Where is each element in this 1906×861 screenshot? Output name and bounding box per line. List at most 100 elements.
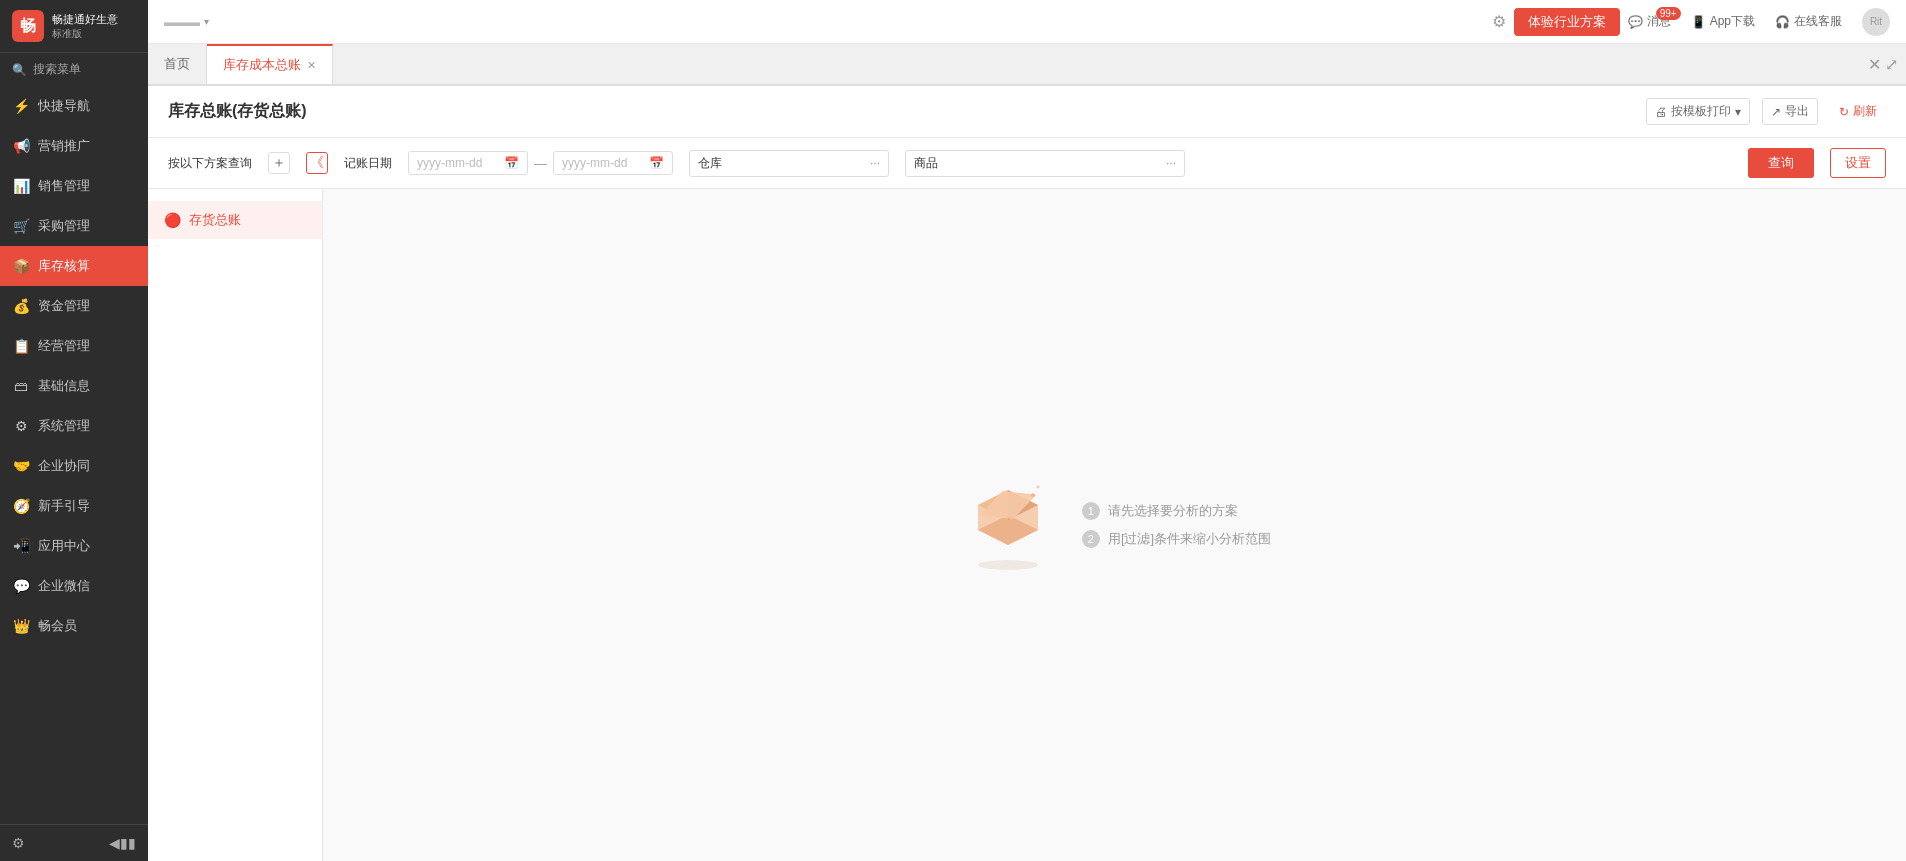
operations-icon: 📋 [12, 338, 30, 354]
breadcrumb: ▬▬▬ ▾ [164, 15, 1484, 29]
tip-item-1: 1 请先选择要分析的方案 [1082, 502, 1271, 520]
avatar[interactable]: Rit [1862, 8, 1890, 36]
top-header: ▬▬▬ ▾ ⚙ 体验行业方案 💬 消息 99+ 📱 App下载 🎧 在线客服 R… [148, 0, 1906, 44]
sidebar-item-label: 应用中心 [38, 537, 90, 555]
tab-inventory-cost[interactable]: 库存成本总账 ✕ [207, 44, 333, 84]
refresh-btn[interactable]: ↻ 刷新 [1830, 98, 1886, 125]
warehouse-more-icon: ··· [870, 156, 880, 170]
sidebar-item-label: 资金管理 [38, 297, 90, 315]
sidebar-item-label: 销售管理 [38, 177, 90, 195]
content-area: 1 请先选择要分析的方案 2 用[过滤]条件来缩小分析范围 [323, 189, 1906, 861]
tip-item-2: 2 用[过滤]条件来缩小分析范围 [1082, 530, 1271, 548]
guide-icon: 🧭 [12, 498, 30, 514]
header-right: 💬 消息 99+ 📱 App下载 🎧 在线客服 Rit [1628, 8, 1890, 36]
header-settings-icon[interactable]: ⚙ [1492, 12, 1506, 31]
online-support-label: 在线客服 [1794, 13, 1842, 30]
quick-nav-icon: ⚡ [12, 98, 30, 114]
message-icon: 💬 [1628, 15, 1643, 29]
sidebar-item-member[interactable]: 👑 畅会员 [0, 606, 148, 646]
page-header: 库存总账(存货总账) 🖨 按模板打印 ▾ ↗ 导出 ↻ 刷新 [148, 86, 1906, 138]
tab-close-icon[interactable]: ✕ [307, 59, 316, 72]
export-label: 导出 [1785, 103, 1809, 120]
breadcrumb-text: ▬▬▬ [164, 15, 200, 29]
sidebar-item-label: 基础信息 [38, 377, 90, 395]
sidebar-item-guide[interactable]: 🧭 新手引导 [0, 486, 148, 526]
print-icon: 🖨 [1655, 105, 1667, 119]
sidebar-item-label: 畅会员 [38, 617, 77, 635]
date-start-placeholder: yyyy-mm-dd [417, 156, 482, 170]
calendar-start-icon: 📅 [504, 156, 519, 170]
base-info-icon: 🗃 [12, 378, 30, 394]
sidebar-item-label: 新手引导 [38, 497, 90, 515]
svg-point-5 [978, 560, 1038, 570]
svg-point-6 [1031, 493, 1035, 497]
app-download-btn[interactable]: 📱 App下载 [1691, 13, 1755, 30]
product-label: 商品 [914, 155, 938, 172]
settings-btn[interactable]: 设置 [1830, 148, 1886, 178]
logo-icon: 畅 [12, 10, 44, 42]
warehouse-filter[interactable]: 仓库 ··· [689, 150, 889, 177]
sidebar-item-label: 采购管理 [38, 217, 90, 235]
tab-expand-icon[interactable]: ⤢ [1885, 55, 1898, 74]
sidebar-item-inventory[interactable]: 📦 库存核算 [0, 246, 148, 286]
date-start-input[interactable]: yyyy-mm-dd 📅 [408, 151, 528, 175]
product-more-icon: ··· [1166, 156, 1176, 170]
enterprise-icon: 🤝 [12, 458, 30, 474]
print-btn[interactable]: 🖨 按模板打印 ▾ [1646, 98, 1750, 125]
tip-num-2: 2 [1082, 530, 1100, 548]
sidebar-item-sales[interactable]: 📊 销售管理 [0, 166, 148, 206]
tip-num-1: 1 [1082, 502, 1100, 520]
scheme-item-inventory-ledger[interactable]: 🔴 存货总账 [148, 201, 322, 239]
date-end-input[interactable]: yyyy-mm-dd 📅 [553, 151, 673, 175]
online-support-btn[interactable]: 🎧 在线客服 [1775, 13, 1842, 30]
export-btn[interactable]: ↗ 导出 [1762, 98, 1818, 125]
funds-icon: 💰 [12, 298, 30, 314]
sidebar-item-operations[interactable]: 📋 经营管理 [0, 326, 148, 366]
speaker-icon[interactable]: ◀▮▮ [109, 835, 136, 851]
print-label: 按模板打印 [1671, 103, 1731, 120]
sidebar-item-marketing[interactable]: 📢 营销推广 [0, 126, 148, 166]
filter-add-btn[interactable]: ＋ [268, 152, 290, 174]
sidebar-search[interactable]: 🔍 搜索菜单 [0, 53, 148, 86]
tab-close-btn[interactable]: ✕ [1868, 55, 1881, 74]
logo-name: 畅捷通好生意 [52, 12, 118, 26]
sales-icon: 📊 [12, 178, 30, 194]
sidebar-item-system[interactable]: ⚙ 系统管理 [0, 406, 148, 446]
product-filter[interactable]: 商品 ··· [905, 150, 1185, 177]
messages-badge: 99+ [1656, 7, 1681, 20]
sidebar-item-quick-nav[interactable]: ⚡ 快捷导航 [0, 86, 148, 126]
headset-icon: 🎧 [1775, 15, 1790, 29]
industry-btn[interactable]: 体验行业方案 [1514, 8, 1620, 36]
main-content: ▬▬▬ ▾ ⚙ 体验行业方案 💬 消息 99+ 📱 App下载 🎧 在线客服 R… [148, 0, 1906, 861]
scheme-panel: 🔴 存货总账 [148, 189, 1906, 861]
sidebar-logo: 畅 畅捷通好生意 标准版 [0, 0, 148, 53]
sidebar-item-funds[interactable]: 💰 资金管理 [0, 286, 148, 326]
sidebar-item-wechat[interactable]: 💬 企业微信 [0, 566, 148, 606]
inventory-ledger-icon: 🔴 [164, 212, 181, 228]
settings-footer-icon[interactable]: ⚙ [12, 835, 25, 851]
search-icon: 🔍 [12, 63, 27, 77]
sidebar-item-enterprise[interactable]: 🤝 企业协同 [0, 446, 148, 486]
messages-btn[interactable]: 💬 消息 99+ [1628, 13, 1671, 30]
sidebar: 畅 畅捷通好生意 标准版 🔍 搜索菜单 ⚡ 快捷导航 📢 营销推广 📊 销售管理… [0, 0, 148, 861]
print-chevron-icon: ▾ [1735, 105, 1741, 119]
logo-text: 畅捷通好生意 标准版 [52, 12, 118, 39]
sidebar-item-label: 企业微信 [38, 577, 90, 595]
marketing-icon: 📢 [12, 138, 30, 154]
sidebar-item-base-info[interactable]: 🗃 基础信息 [0, 366, 148, 406]
sidebar-item-app-center[interactable]: 📲 应用中心 [0, 526, 148, 566]
filter-collapse-btn[interactable]: 《 [306, 152, 328, 174]
page-actions: 🖨 按模板打印 ▾ ↗ 导出 ↻ 刷新 [1646, 98, 1886, 125]
empty-state: 1 请先选择要分析的方案 2 用[过滤]条件来缩小分析范围 [958, 475, 1271, 575]
scheme-sidebar: 🔴 存货总账 [148, 189, 323, 861]
date-field-label: 记账日期 [344, 155, 392, 172]
sidebar-item-label: 营销推广 [38, 137, 90, 155]
export-icon: ↗ [1771, 105, 1781, 119]
sidebar-item-purchase[interactable]: 🛒 采购管理 [0, 206, 148, 246]
svg-point-7 [1036, 486, 1039, 489]
chevron-down-icon: ▾ [204, 16, 209, 27]
logo-sub: 标准版 [52, 27, 118, 40]
query-btn[interactable]: 查询 [1748, 148, 1814, 178]
date-separator: — [534, 156, 547, 171]
tab-home[interactable]: 首页 [148, 44, 207, 84]
